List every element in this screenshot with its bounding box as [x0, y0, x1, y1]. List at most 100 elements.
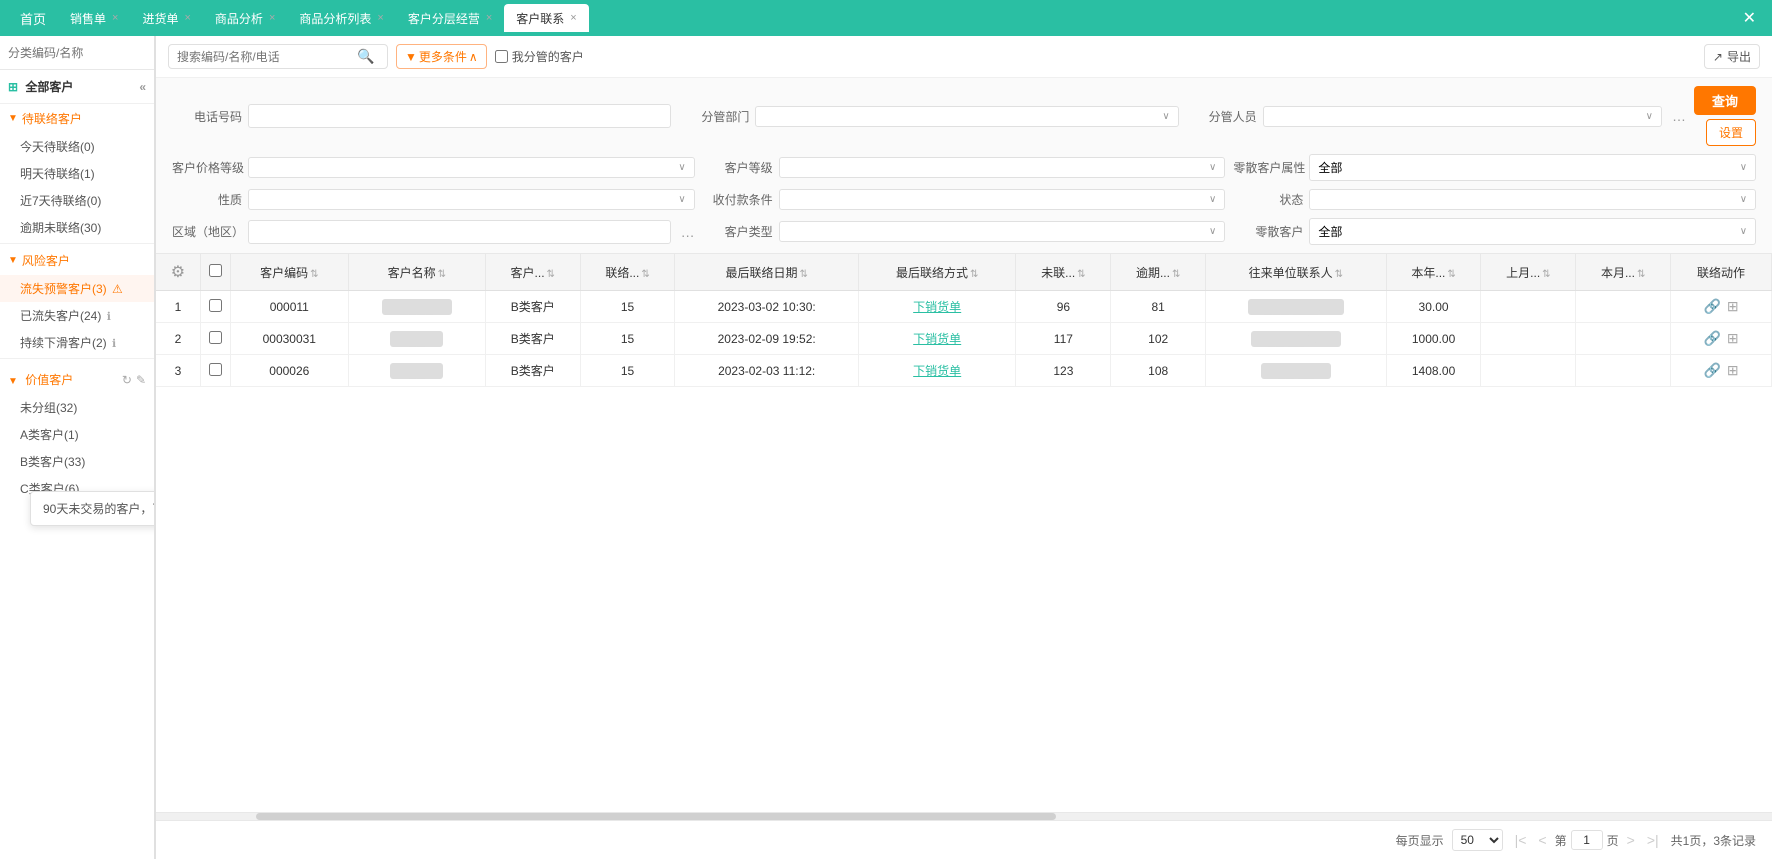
search-input[interactable]: [177, 50, 357, 64]
th-overdue[interactable]: 逾期...⇅: [1111, 254, 1206, 291]
tab-home[interactable]: 首页: [8, 9, 58, 28]
sidebar-item-unclassified[interactable]: 未分组(32): [0, 394, 154, 421]
row-checkbox-0[interactable]: [209, 299, 222, 312]
sort-arrows-date: ⇅: [799, 269, 807, 280]
collapse-icon[interactable]: «: [139, 80, 146, 94]
th-settings[interactable]: ⚙: [156, 254, 200, 291]
sidebar-group-title-risk[interactable]: ▼ 风险客户: [0, 246, 154, 275]
cell-check[interactable]: [200, 355, 230, 387]
sidebar-item-today[interactable]: 今天待联络(0): [0, 133, 154, 160]
th-code[interactable]: 客户编码⇅: [230, 254, 348, 291]
sidebar-group-title-value[interactable]: ▼ 价值客户 ↻ ✎: [0, 365, 154, 394]
last-way-link[interactable]: 下销货单: [913, 332, 961, 346]
per-page-select[interactable]: 50 20 100: [1452, 829, 1503, 851]
setting-button[interactable]: 设置: [1706, 119, 1756, 146]
tab-close-analysis[interactable]: ×: [269, 12, 275, 24]
th-last-month[interactable]: 上月...⇅: [1481, 254, 1576, 291]
prev-page-btn[interactable]: <: [1534, 830, 1550, 850]
filter-select-nature[interactable]: ∨: [248, 189, 695, 210]
th-this-year[interactable]: 本年...⇅: [1386, 254, 1481, 291]
sidebar-search-input[interactable]: [8, 46, 155, 60]
sidebar-item-b-class[interactable]: B类客户(33): [0, 448, 154, 475]
row-checkbox-1[interactable]: [209, 331, 222, 344]
th-last-way[interactable]: 最后联络方式⇅: [858, 254, 1016, 291]
query-button[interactable]: 查询: [1694, 86, 1756, 115]
next-page-btn[interactable]: >: [1623, 830, 1639, 850]
export-btn[interactable]: ↗ 导出: [1704, 44, 1760, 69]
filter-select-sparse-attr[interactable]: 全部 ∨: [1309, 154, 1756, 181]
cell-contact-person: ██ ██: [1206, 355, 1387, 387]
filter-field-status: 状态 ∨: [1233, 189, 1756, 210]
th-unlost[interactable]: 未联...⇅: [1016, 254, 1111, 291]
action-grid-icon[interactable]: ⊞: [1727, 330, 1739, 347]
sidebar-all-customers[interactable]: ⊞ 全部客户 «: [0, 70, 154, 104]
page-input[interactable]: [1571, 830, 1603, 850]
settings-icon[interactable]: ⚙: [171, 264, 185, 281]
action-grid-icon[interactable]: ⊞: [1727, 362, 1739, 379]
th-contact[interactable]: 联络...⇅: [580, 254, 675, 291]
row-checkbox-2[interactable]: [209, 363, 222, 376]
filter-select-price-level[interactable]: ∨: [248, 157, 695, 178]
filter-select-customer-type[interactable]: ∨: [779, 221, 1226, 242]
th-last-date[interactable]: 最后联络日期⇅: [675, 254, 858, 291]
filter-select-customer-level[interactable]: ∨: [779, 157, 1226, 178]
tab-close-sales[interactable]: ×: [112, 12, 118, 24]
my-customer-checkbox[interactable]: [495, 50, 508, 63]
scroll-thumb[interactable]: [256, 813, 1056, 820]
sidebar-item-7days[interactable]: 近7天待联络(0): [0, 187, 154, 214]
tab-close-analysis-list[interactable]: ×: [377, 12, 383, 24]
tab-close-customer-contact[interactable]: ×: [570, 12, 576, 24]
last-way-link[interactable]: 下销货单: [913, 300, 961, 314]
filter-select-sparse-customer[interactable]: 全部 ∨: [1309, 218, 1756, 245]
cell-check[interactable]: [200, 323, 230, 355]
tab-customer-tier[interactable]: 客户分层经营 ×: [396, 4, 504, 32]
th-name[interactable]: 客户名称⇅: [348, 254, 485, 291]
th-this-month[interactable]: 本月...⇅: [1576, 254, 1671, 291]
th-contact-person[interactable]: 往来单位联系人⇅: [1206, 254, 1387, 291]
tab-customer-contact[interactable]: 客户联系 ×: [504, 4, 588, 32]
my-customer-check[interactable]: 我分管的客户: [495, 48, 584, 65]
sort-arrows-tm: ⇅: [1637, 269, 1645, 280]
select-all-checkbox[interactable]: [209, 264, 222, 277]
filter-btn[interactable]: ▼ 更多条件 ∧: [396, 44, 487, 69]
last-way-link[interactable]: 下销货单: [913, 364, 961, 378]
cell-last-date: 2023-02-03 11:12:: [675, 355, 858, 387]
th-type[interactable]: 客户...⇅: [485, 254, 580, 291]
sidebar-group-title-pending[interactable]: ▼ 待联络客户: [0, 104, 154, 133]
action-link-icon[interactable]: 🔗: [1703, 362, 1720, 379]
edit-icon[interactable]: ✎: [136, 373, 146, 387]
customer-type-arrow: ∨: [1209, 226, 1216, 237]
last-page-btn[interactable]: >|: [1643, 830, 1663, 850]
tab-purchase[interactable]: 进货单 ×: [130, 4, 202, 32]
sidebar-item-churned[interactable]: 已流失客户(24) ℹ: [0, 302, 154, 329]
region-dots[interactable]: …: [681, 224, 695, 240]
horizontal-scrollbar[interactable]: [156, 812, 1772, 820]
filter-input-region[interactable]: [248, 220, 671, 244]
sidebar-item-a-class[interactable]: A类客户(1): [0, 421, 154, 448]
search-icon[interactable]: 🔍: [357, 48, 374, 65]
filter-select-person[interactable]: ∨: [1263, 106, 1662, 127]
sidebar-item-declining[interactable]: 持续下滑客户(2) ℹ: [0, 329, 154, 356]
action-link-icon[interactable]: 🔗: [1703, 298, 1720, 315]
filter-field-person: 分管人员 ∨ …: [1187, 106, 1686, 127]
tab-analysis[interactable]: 商品分析 ×: [203, 4, 287, 32]
divider1: [0, 243, 154, 244]
filter-select-dept[interactable]: ∨: [755, 106, 1178, 127]
action-grid-icon[interactable]: ⊞: [1727, 298, 1739, 315]
tab-close-purchase[interactable]: ×: [184, 12, 190, 24]
filter-select-payment[interactable]: ∨: [779, 189, 1226, 210]
window-close-icon[interactable]: ✕: [1735, 8, 1764, 28]
filter-select-status[interactable]: ∨: [1309, 189, 1756, 210]
sidebar-item-tomorrow[interactable]: 明天待联络(1): [0, 160, 154, 187]
refresh-icon[interactable]: ↻: [122, 373, 132, 387]
cell-check[interactable]: [200, 291, 230, 323]
action-link-icon[interactable]: 🔗: [1703, 330, 1720, 347]
filter-input-phone[interactable]: [248, 104, 671, 128]
sidebar-item-overdue[interactable]: 逾期未联络(30): [0, 214, 154, 241]
first-page-btn[interactable]: |<: [1511, 830, 1531, 850]
sidebar-item-churn-warning[interactable]: 流失预警客户(3) ⚠: [0, 275, 154, 302]
person-dots[interactable]: …: [1672, 108, 1686, 124]
tab-analysis-list[interactable]: 商品分析列表 ×: [287, 4, 395, 32]
tab-close-customer-tier[interactable]: ×: [486, 12, 492, 24]
tab-sales[interactable]: 销售单 ×: [58, 4, 130, 32]
